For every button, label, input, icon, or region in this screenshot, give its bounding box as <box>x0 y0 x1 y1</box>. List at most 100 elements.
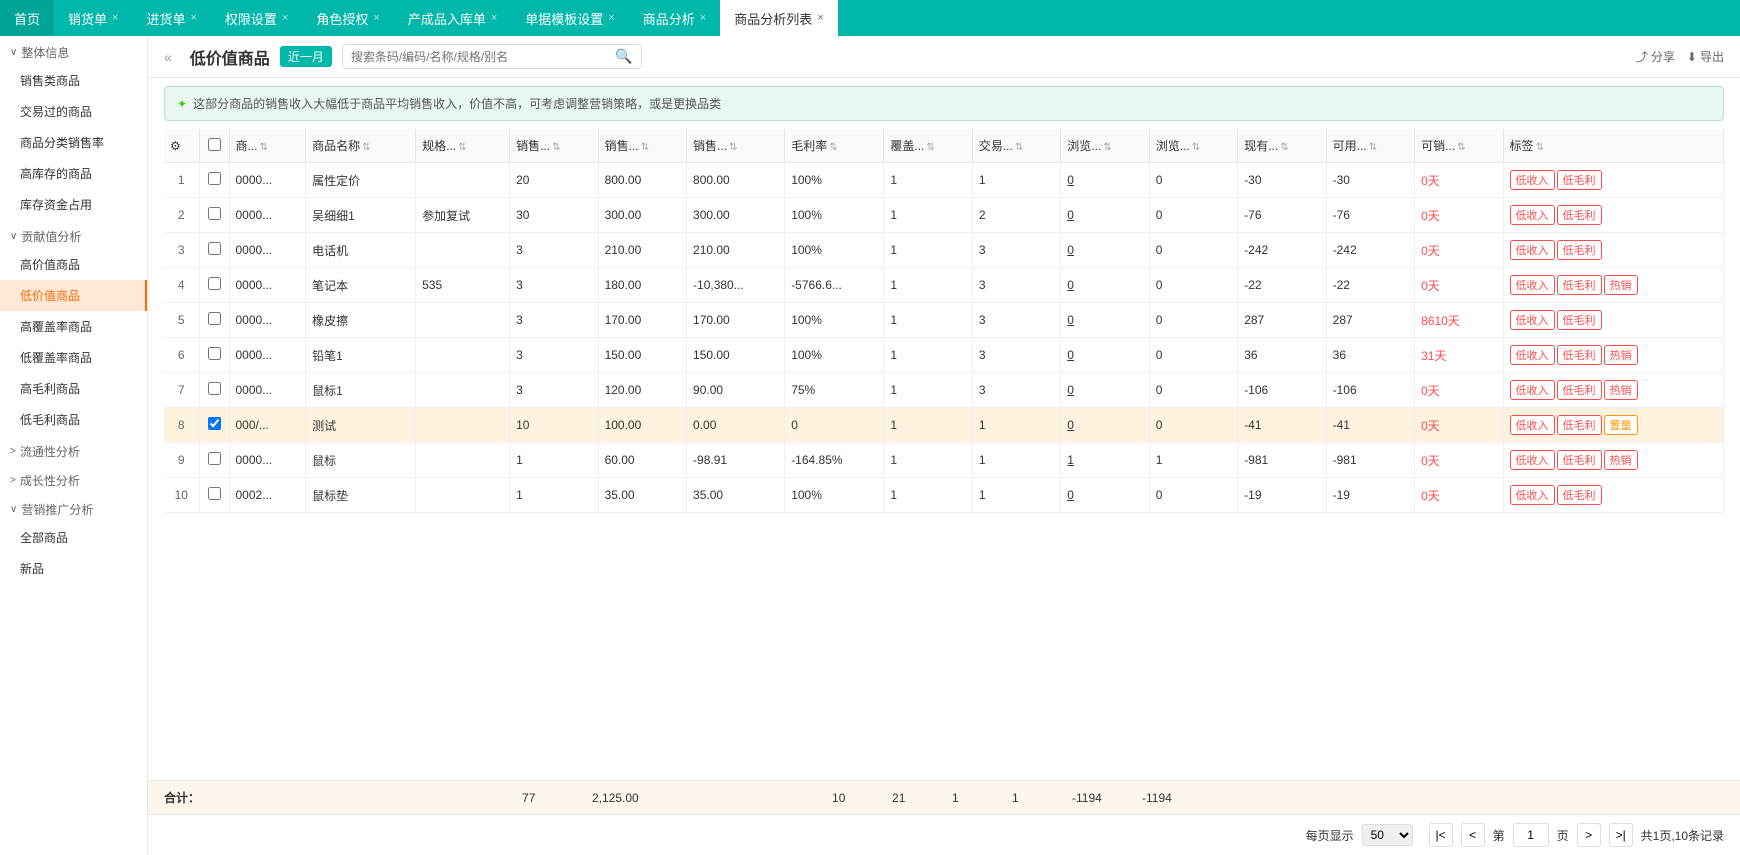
browse-link[interactable]: 0 <box>1067 418 1074 432</box>
close-product-tab[interactable]: × <box>491 12 497 24</box>
sidebar-section-marketing[interactable]: ∨营销推广分析 <box>0 493 147 522</box>
sidebar-section-general[interactable]: ∨整体信息 <box>0 36 147 65</box>
table-container[interactable]: ⚙ 商...⇅ 商品名称⇅ 规格...⇅ 销售...⇅ 销售...⇅ 销售...… <box>148 129 1740 780</box>
row-checkbox[interactable] <box>199 443 229 478</box>
browse-link[interactable]: 0 <box>1067 173 1074 187</box>
row-tags: 低收入低毛利热销 <box>1503 373 1723 408</box>
row-days: 0天 <box>1415 233 1503 268</box>
col-checkbox-header[interactable] <box>199 129 229 163</box>
row-col8: 0.00 <box>687 408 785 443</box>
collapse-sidebar-btn[interactable]: « <box>164 49 172 65</box>
row-checkbox[interactable] <box>199 478 229 513</box>
col-sellable[interactable]: 可销...⇅ <box>1415 129 1503 163</box>
col-available[interactable]: 可用...⇅ <box>1326 129 1414 163</box>
sidebar-item-stock-capital[interactable]: 库存资金占用 <box>0 189 147 220</box>
nav-home[interactable]: 首页 <box>0 0 54 36</box>
row-checkbox[interactable] <box>199 408 229 443</box>
sidebar-item-category-rate[interactable]: 商品分类销售率 <box>0 127 147 158</box>
row-checkbox[interactable] <box>199 198 229 233</box>
footer-col10: 10 <box>826 791 886 805</box>
row-checkbox[interactable] <box>199 233 229 268</box>
nav-purchase[interactable]: 进货单× <box>132 0 210 36</box>
last-page-button[interactable]: >| <box>1609 823 1633 847</box>
col-sales2[interactable]: 销售...⇅ <box>598 129 686 163</box>
sidebar-item-high-value[interactable]: 高价值商品 <box>0 249 147 280</box>
browse-link[interactable]: 0 <box>1067 383 1074 397</box>
row-checkbox[interactable] <box>199 373 229 408</box>
browse-link[interactable]: 1 <box>1067 453 1074 467</box>
tag-1: 低毛利 <box>1557 205 1602 225</box>
row-checkbox[interactable] <box>199 338 229 373</box>
row-tags: 低收入低毛利热销 <box>1503 443 1723 478</box>
sidebar-item-low-margin[interactable]: 低毛利商品 <box>0 404 147 435</box>
sidebar-section-growth[interactable]: >成长性分析 <box>0 464 147 493</box>
nav-product-instock[interactable]: 产成品入库单× <box>394 0 511 36</box>
browse-link[interactable]: 0 <box>1067 313 1074 327</box>
search-input[interactable] <box>351 50 611 64</box>
nav-product-analysis[interactable]: 商品分析× <box>629 0 720 36</box>
select-all-checkbox[interactable] <box>208 138 221 151</box>
col-margin-rate[interactable]: 毛利率⇅ <box>785 129 884 163</box>
close-analysis-tab[interactable]: × <box>700 12 706 24</box>
prev-page-button[interactable]: < <box>1461 823 1485 847</box>
col-current-stock[interactable]: 现有...⇅ <box>1238 129 1326 163</box>
browse-link[interactable]: 0 <box>1067 488 1074 502</box>
browse-link[interactable]: 0 <box>1067 243 1074 257</box>
close-template-tab[interactable]: × <box>608 12 614 24</box>
close-role-tab[interactable]: × <box>373 12 379 24</box>
col-sales1[interactable]: 销售...⇅ <box>510 129 598 163</box>
row-checkbox[interactable] <box>199 163 229 198</box>
close-purchase-tab[interactable]: × <box>190 12 196 24</box>
col-name[interactable]: 商品名称⇅ <box>306 129 416 163</box>
sidebar-item-sales-products[interactable]: 销售类商品 <box>0 65 147 96</box>
col-coverage[interactable]: 覆盖...⇅ <box>884 129 972 163</box>
nav-analysis-list[interactable]: 商品分析列表× <box>720 0 837 36</box>
row-days: 8610天 <box>1415 303 1503 338</box>
share-button[interactable]: ⤴ 分享 <box>1636 48 1675 65</box>
page-number-input[interactable] <box>1513 823 1549 847</box>
row-col15: -242 <box>1326 233 1414 268</box>
row-col8: 170.00 <box>687 303 785 338</box>
col-settings[interactable]: ⚙ <box>164 129 199 163</box>
sidebar-item-high-margin[interactable]: 高毛利商品 <box>0 373 147 404</box>
browse-link[interactable]: 0 <box>1067 208 1074 222</box>
row-checkbox[interactable] <box>199 268 229 303</box>
sidebar-item-low-coverage[interactable]: 低覆盖率商品 <box>0 342 147 373</box>
search-icon[interactable]: 🔍 <box>615 48 632 65</box>
date-badge[interactable]: 近一月 <box>280 46 332 67</box>
row-checkbox[interactable] <box>199 303 229 338</box>
sidebar-section-contribution[interactable]: ∨贡献值分析 <box>0 220 147 249</box>
export-button[interactable]: ⬇ 导出 <box>1687 48 1724 65</box>
row-col8: 300.00 <box>687 198 785 233</box>
col-sales3[interactable]: 销售...⇅ <box>687 129 785 163</box>
col-code[interactable]: 商...⇅ <box>229 129 306 163</box>
col-browse2[interactable]: 浏览...⇅ <box>1149 129 1237 163</box>
nav-role-auth[interactable]: 角色授权× <box>302 0 393 36</box>
browse-link[interactable]: 0 <box>1067 278 1074 292</box>
sidebar-section-flow[interactable]: >流通性分析 <box>0 435 147 464</box>
col-tags[interactable]: 标签⇅ <box>1503 129 1723 163</box>
first-page-button[interactable]: |< <box>1429 823 1453 847</box>
nav-sales[interactable]: 销货单× <box>54 0 132 36</box>
sidebar-item-all-products[interactable]: 全部商品 <box>0 522 147 553</box>
next-page-button[interactable]: > <box>1577 823 1601 847</box>
sidebar-item-high-coverage[interactable]: 高覆盖率商品 <box>0 311 147 342</box>
row-code: 0000... <box>229 233 306 268</box>
browse-link[interactable]: 0 <box>1067 348 1074 362</box>
col-spec[interactable]: 规格...⇅ <box>416 129 510 163</box>
per-page-select[interactable]: 50 100 200 <box>1362 824 1413 846</box>
col-browse1[interactable]: 浏览...⇅ <box>1061 129 1149 163</box>
close-permission-tab[interactable]: × <box>282 12 288 24</box>
sidebar-item-traded[interactable]: 交易过的商品 <box>0 96 147 127</box>
col-transaction[interactable]: 交易...⇅ <box>972 129 1060 163</box>
close-sales-tab[interactable]: × <box>112 12 118 24</box>
sidebar-item-new-products[interactable]: 新品 <box>0 553 147 584</box>
arrow-growth: > <box>10 475 16 486</box>
table-row: 10000...属性定价20800.00800.00100%1100-30-30… <box>164 163 1724 198</box>
sidebar-item-high-stock[interactable]: 高库存的商品 <box>0 158 147 189</box>
nav-template[interactable]: 单据模板设置× <box>511 0 628 36</box>
tag-2: 置量 <box>1604 415 1638 435</box>
close-analysis-list-tab[interactable]: × <box>817 12 823 24</box>
nav-permission[interactable]: 权限设置× <box>211 0 302 36</box>
sidebar-item-low-value[interactable]: 低价值商品 <box>0 280 147 311</box>
